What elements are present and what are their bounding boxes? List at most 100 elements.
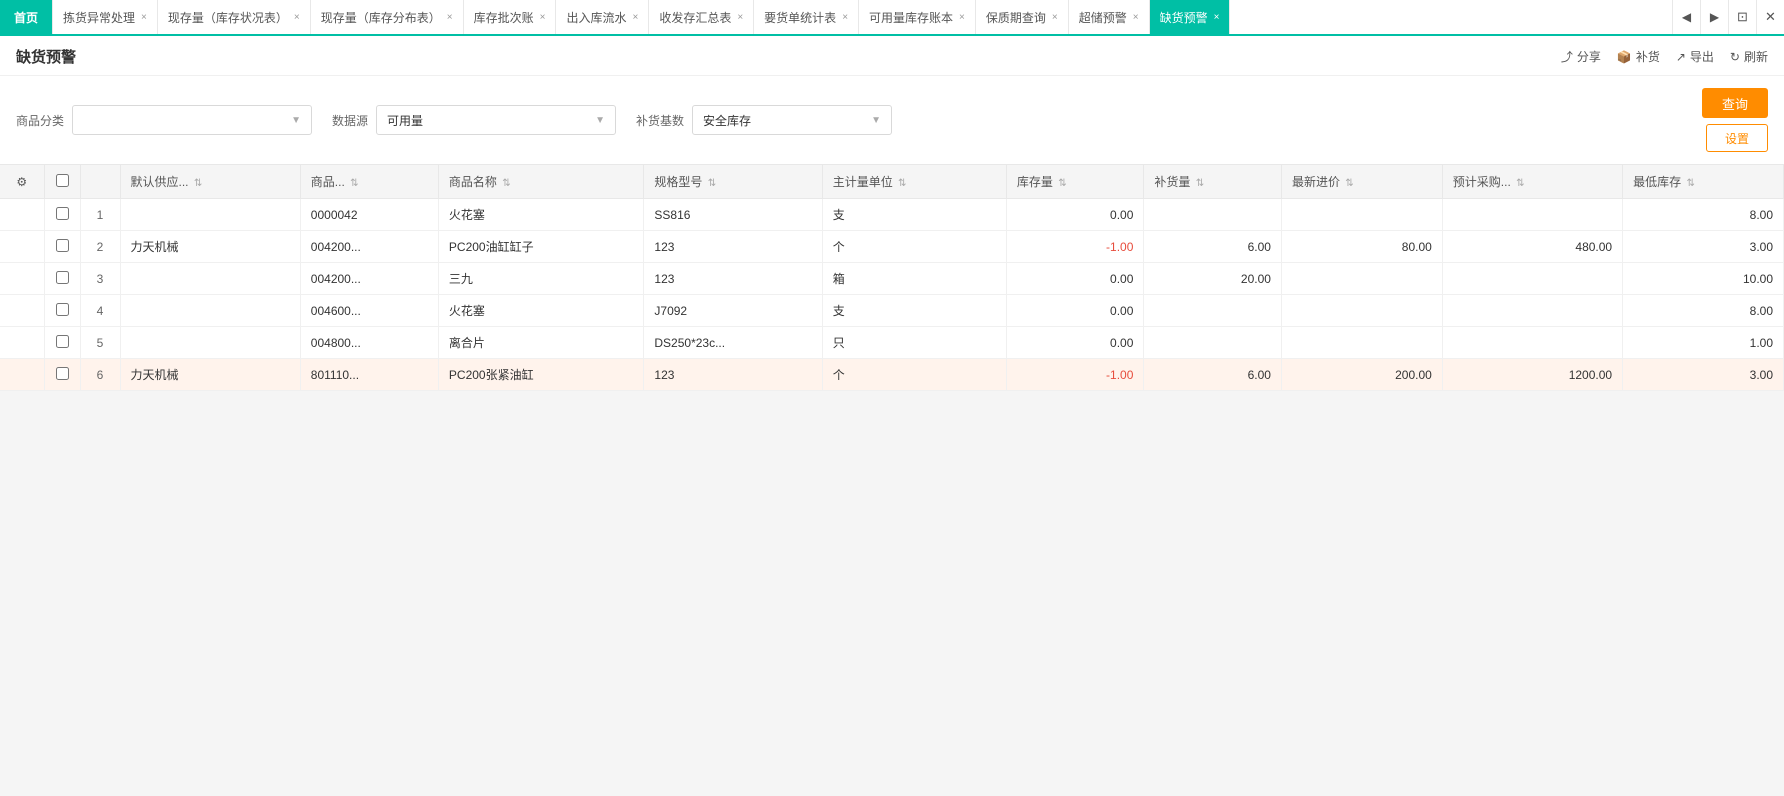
export-action[interactable]: ↗ 导出: [1676, 48, 1714, 65]
td-replenish-qty: [1144, 199, 1282, 231]
td-product-code: 0000042: [300, 199, 438, 231]
th-product-code-label: 商品...: [311, 175, 345, 189]
nav-tab-2[interactable]: 现存量（库存状况表） ×: [158, 0, 311, 34]
td-gear: [0, 359, 44, 391]
close-tab-2[interactable]: ×: [294, 12, 300, 23]
replenish-action[interactable]: 📦 补货: [1617, 48, 1660, 65]
nav-prev-btn[interactable]: ◀: [1672, 0, 1700, 35]
nav-tab-7[interactable]: 要货单统计表 ×: [754, 0, 859, 34]
nav-tab-10[interactable]: 超储预警 ×: [1069, 0, 1150, 34]
header-actions: ⤴ 分享 📦 补货 ↗ 导出 ↻ 刷新: [1561, 48, 1768, 65]
top-nav: 首页 拣货异常处理 × 现存量（库存状况表） × 现存量（库存分布表） × 库存…: [0, 0, 1784, 36]
th-gear[interactable]: ⚙: [0, 165, 44, 199]
th-spec[interactable]: 规格型号 ⇅: [644, 165, 822, 199]
close-tab-5[interactable]: ×: [632, 12, 638, 23]
th-stock-qty-label: 库存量: [1017, 175, 1053, 189]
td-product-code: 004200...: [300, 231, 438, 263]
td-replenish-qty: [1144, 327, 1282, 359]
close-tab-6[interactable]: ×: [737, 12, 743, 23]
td-unit: 个: [822, 231, 1006, 263]
nav-tab-8[interactable]: 可用量库存账本 ×: [859, 0, 976, 34]
close-tab-7[interactable]: ×: [842, 12, 848, 23]
tab-label-11: 缺货预警: [1160, 9, 1208, 26]
th-min-stock[interactable]: 最低库存 ⇅: [1623, 165, 1784, 199]
td-stock-qty: 0.00: [1006, 263, 1144, 295]
td-min-stock: 3.00: [1623, 231, 1784, 263]
nav-tab-1[interactable]: 拣货异常处理 ×: [53, 0, 158, 34]
nav-tab-9[interactable]: 保质期查询 ×: [976, 0, 1069, 34]
th-product-code[interactable]: 商品... ⇅: [300, 165, 438, 199]
td-latest-price: [1281, 295, 1442, 327]
datasource-filter-group: 数据源 可用量 ▼: [332, 105, 616, 135]
th-replenish-qty[interactable]: 补货量 ⇅: [1144, 165, 1282, 199]
row-checkbox[interactable]: [56, 239, 69, 252]
td-est-purchase: [1442, 327, 1622, 359]
row-checkbox[interactable]: [56, 335, 69, 348]
th-stock-qty[interactable]: 库存量 ⇅: [1006, 165, 1144, 199]
td-spec: 123: [644, 231, 822, 263]
close-tab-10[interactable]: ×: [1133, 12, 1139, 23]
category-select[interactable]: ▼: [72, 105, 312, 135]
nav-tab-3[interactable]: 现存量（库存分布表） ×: [311, 0, 464, 34]
td-unit: 支: [822, 295, 1006, 327]
sort-icon-supplier: ⇅: [194, 178, 202, 189]
nav-tab-6[interactable]: 收发存汇总表 ×: [649, 0, 754, 34]
td-product-code: 004800...: [300, 327, 438, 359]
sort-icon-replenish: ⇅: [1196, 178, 1204, 189]
tab-label-7: 要货单统计表: [764, 9, 836, 26]
td-replenish-qty: 20.00: [1144, 263, 1282, 295]
query-button[interactable]: 查询: [1702, 88, 1768, 118]
td-latest-price: [1281, 199, 1442, 231]
nav-next-btn[interactable]: ▶: [1700, 0, 1728, 35]
select-all-checkbox[interactable]: [56, 174, 69, 187]
filter-right-buttons: 查询 设置: [1702, 88, 1768, 152]
td-product-name: 离合片: [438, 327, 643, 359]
refresh-action[interactable]: ↻ 刷新: [1730, 48, 1768, 65]
td-supplier: [120, 295, 300, 327]
nav-restore-btn[interactable]: ⊡: [1728, 0, 1756, 35]
nav-close-btn[interactable]: ✕: [1756, 0, 1784, 35]
td-replenish-qty: 6.00: [1144, 359, 1282, 391]
row-checkbox[interactable]: [56, 207, 69, 220]
close-tab-11[interactable]: ×: [1214, 12, 1220, 23]
close-tab-1[interactable]: ×: [141, 12, 147, 23]
row-checkbox[interactable]: [56, 303, 69, 316]
th-latest-price[interactable]: 最新进价 ⇅: [1281, 165, 1442, 199]
sort-icon-price: ⇅: [1345, 178, 1353, 189]
th-default-supplier[interactable]: 默认供应... ⇅: [120, 165, 300, 199]
replenish-base-label: 补货基数: [636, 112, 684, 129]
replenish-base-value: 安全库存: [703, 112, 751, 129]
td-rownum: 5: [80, 327, 120, 359]
refresh-icon: ↻: [1730, 50, 1740, 64]
close-tab-4[interactable]: ×: [540, 12, 546, 23]
td-spec: 123: [644, 359, 822, 391]
datasource-select[interactable]: 可用量 ▼: [376, 105, 616, 135]
td-stock-qty: 0.00: [1006, 327, 1144, 359]
replenish-base-select[interactable]: 安全库存 ▼: [692, 105, 892, 135]
share-action[interactable]: ⤴ 分享: [1561, 48, 1601, 65]
table-body: 10000042火花塞SS816支0.008.002力天机械004200...P…: [0, 199, 1784, 391]
settings-button[interactable]: 设置: [1706, 124, 1768, 152]
nav-tab-5[interactable]: 出入库流水 ×: [556, 0, 649, 34]
th-unit[interactable]: 主计量单位 ⇅: [822, 165, 1006, 199]
td-min-stock: 3.00: [1623, 359, 1784, 391]
th-product-name[interactable]: 商品名称 ⇅: [438, 165, 643, 199]
td-unit: 个: [822, 359, 1006, 391]
nav-tab-4[interactable]: 库存批次账 ×: [464, 0, 557, 34]
td-stock-qty: -1.00: [1006, 359, 1144, 391]
nav-tab-11[interactable]: 缺货预警 ×: [1150, 0, 1231, 34]
table-header-row: ⚙ 默认供应... ⇅ 商品... ⇅ 商品名称: [0, 165, 1784, 199]
td-product-name: 火花塞: [438, 295, 643, 327]
td-replenish-qty: 6.00: [1144, 231, 1282, 263]
nav-tab-home[interactable]: 首页: [0, 0, 53, 34]
row-checkbox[interactable]: [56, 271, 69, 284]
tab-label-6: 收发存汇总表: [659, 9, 731, 26]
close-tab-3[interactable]: ×: [447, 12, 453, 23]
th-est-purchase[interactable]: 预计采购... ⇅: [1442, 165, 1622, 199]
td-replenish-qty: [1144, 295, 1282, 327]
td-unit: 只: [822, 327, 1006, 359]
td-stock-qty: 0.00: [1006, 199, 1144, 231]
close-tab-9[interactable]: ×: [1052, 12, 1058, 23]
close-tab-8[interactable]: ×: [959, 12, 965, 23]
row-checkbox[interactable]: [56, 367, 69, 380]
